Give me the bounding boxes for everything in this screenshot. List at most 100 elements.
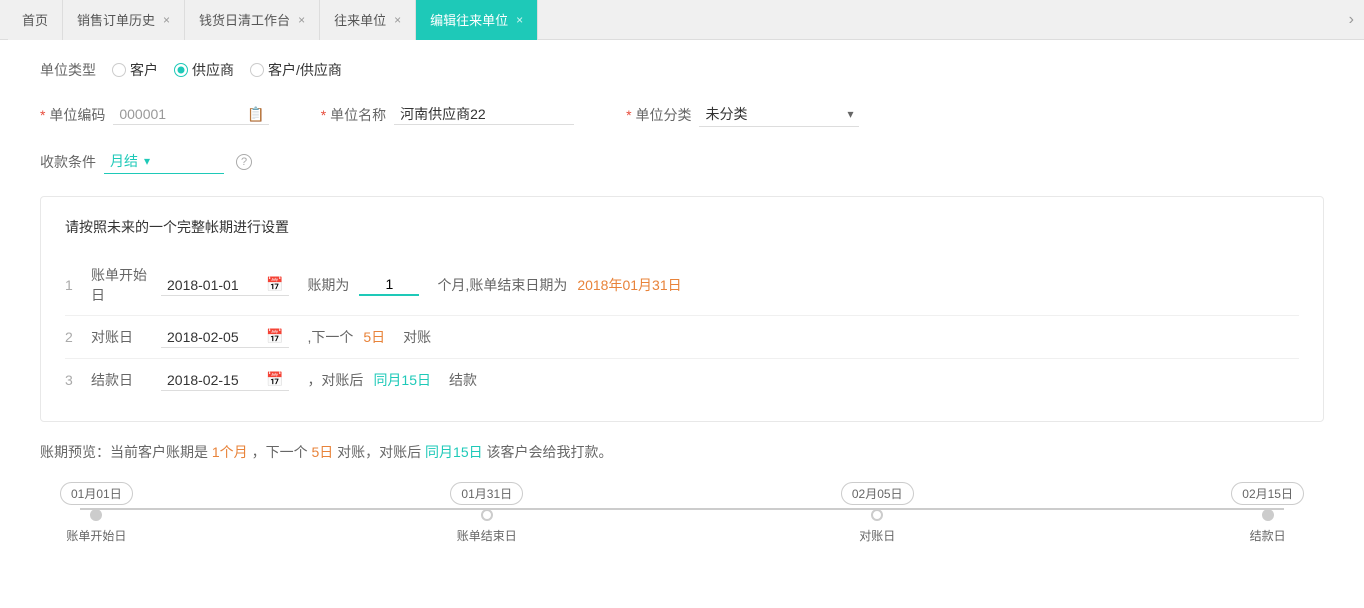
payment-chevron: ▾ [144,154,150,168]
period-num-2: 2 [65,329,81,345]
timeline-point-1: 01月01日 账单开始日 [60,482,133,544]
payment-value: 月结 [110,151,138,171]
tabs-arrow[interactable]: › [1339,11,1364,29]
period-2-highlight: 5日 [363,327,385,347]
tl-badge-3: 02月05日 [841,482,914,505]
radio-both[interactable]: 客户/供应商 [250,60,342,80]
period-cal-icon-2[interactable]: 📅 [266,328,283,345]
payment-row: 收款条件 月结 ▾ ? [40,149,1324,174]
tabs-bar: 首页 销售订单历史 × 钱货日清工作台 × 往来单位 × 编辑往来单位 × › [0,0,1364,40]
period-3-highlight: 同月15日 [373,370,431,390]
unit-type-label: 单位类型 [40,60,96,80]
preview-label: 账期预览：当前客户账期是 [40,444,208,460]
tab-edit-counterpart-close[interactable]: × [516,14,523,26]
unit-code-input[interactable] [113,104,243,124]
tl-dot-4 [1262,509,1274,521]
unit-code-input-wrapper: 📋 [113,104,268,125]
timeline-point-2: 01月31日 账单结束日 [450,482,523,544]
period-field-label-1: 账单开始日 [91,265,151,305]
tab-cash-work[interactable]: 钱货日清工作台 × [185,0,320,40]
tl-dot-2 [481,509,493,521]
period-row-3: 3 结款日 📅 ，对账后 同月15日 结款 [65,359,1299,401]
timeline-section: 01月01日 账单开始日 01月31日 账单结束日 02月05日 对账日 02月… [40,482,1324,544]
preview-sep1: ，下一个 [252,444,308,460]
unit-name-label: 单位名称 [321,105,386,125]
period-title: 请按照未来的一个完整帐期进行设置 [65,217,1299,237]
tl-dot-3 [871,509,883,521]
period-cal-icon-1[interactable]: 📅 [266,276,283,293]
tl-label-4: 结款日 [1250,527,1286,544]
unit-class-group: 单位分类 未分类 ▾ [626,102,859,127]
period-field-label-3: 结款日 [91,370,151,390]
period-desc-2a: ,下一个 [307,327,353,347]
period-num-3: 3 [65,372,81,388]
tab-edit-counterpart-label: 编辑往来单位 [430,10,508,29]
tab-sales-history[interactable]: 销售订单历史 × [63,0,185,40]
tl-label-2: 账单结束日 [457,527,517,544]
unit-code-group: 单位编码 📋 [40,104,269,125]
tab-home-label: 首页 [22,10,48,29]
radio-both-label: 客户/供应商 [268,60,342,80]
timeline-points: 01月01日 账单开始日 01月31日 账单结束日 02月05日 对账日 02月… [60,482,1304,544]
content-area: 单位类型 客户 供应商 客户/供应商 单位编码 [0,40,1364,608]
period-desc-after-1: 个月,账单结束日期为 [437,275,567,295]
tab-cash-work-label: 钱货日清工作台 [199,10,290,29]
period-num-1: 1 [65,277,81,293]
unit-code-icon[interactable]: 📋 [243,106,268,123]
radio-customer-label: 客户 [130,60,158,80]
preview-sep2: 对账，对账后 [337,444,421,460]
period-date-input-3: 📅 [161,369,289,391]
unit-class-chevron: ▾ [847,107,853,121]
tab-sales-history-close[interactable]: × [163,14,170,26]
preview-part1: 1个月 [212,444,248,460]
timeline-point-4: 02月15日 结款日 [1231,482,1304,544]
unit-name-group: 单位名称 [321,104,574,125]
period-months-input[interactable] [359,274,419,296]
tab-counterpart-label: 往来单位 [334,10,386,29]
period-row-1: 1 账单开始日 📅 账期为 个月,账单结束日期为 2018年01月31日 [65,255,1299,316]
unit-type-row: 单位类型 客户 供应商 客户/供应商 [40,60,1324,80]
preview-part3: 同月15日 [425,444,483,460]
unit-class-label: 单位分类 [626,105,691,125]
tl-badge-2: 01月31日 [450,482,523,505]
preview-text: 账期预览：当前客户账期是 1个月 ，下一个 5日 对账，对账后 同月15日 该客… [40,442,1324,462]
unit-class-select[interactable]: 未分类 ▾ [699,102,859,127]
tl-dot-1 [90,509,102,521]
tab-edit-counterpart[interactable]: 编辑往来单位 × [416,0,538,40]
period-cal-icon-3[interactable]: 📅 [266,371,283,388]
tab-home[interactable]: 首页 [8,0,63,40]
radio-customer[interactable]: 客户 [112,60,158,80]
tl-badge-1: 01月01日 [60,482,133,505]
unit-class-value: 未分类 [705,104,747,124]
period-field-label-2: 对账日 [91,327,151,347]
radio-supplier-label: 供应商 [192,60,234,80]
payment-help-icon[interactable]: ? [236,154,252,170]
preview-part2: 5日 [311,444,333,460]
period-row-2: 2 对账日 📅 ,下一个 5日 对账 [65,316,1299,359]
unit-info-row: 单位编码 📋 单位名称 单位分类 未分类 ▾ [40,102,1324,127]
unit-type-group: 单位类型 客户 供应商 客户/供应商 [40,60,342,80]
tl-label-3: 对账日 [859,527,895,544]
period-date-input-2: 📅 [161,326,289,348]
period-date-3[interactable] [167,372,262,388]
radio-supplier[interactable]: 供应商 [174,60,234,80]
radio-supplier-circle [174,63,188,77]
tl-badge-4: 02月15日 [1231,482,1304,505]
payment-group: 收款条件 月结 ▾ ? [40,149,252,174]
payment-label: 收款条件 [40,152,96,172]
period-desc-3b: 结款 [449,370,477,390]
tab-counterpart-close[interactable]: × [394,14,401,26]
payment-select[interactable]: 月结 ▾ [104,149,224,174]
unit-name-input-wrapper [394,104,574,125]
period-date-1[interactable] [167,277,262,293]
period-date-2[interactable] [167,329,262,345]
radio-customer-circle [112,63,126,77]
tl-label-1: 账单开始日 [66,527,126,544]
tab-counterpart[interactable]: 往来单位 × [320,0,416,40]
unit-name-input[interactable] [394,104,574,124]
tab-cash-work-close[interactable]: × [298,14,305,26]
radio-both-circle [250,63,264,77]
period-desc-before-1: 账期为 [307,275,349,295]
period-end-date-highlight: 2018年01月31日 [577,275,681,295]
radio-group: 客户 供应商 客户/供应商 [112,60,342,80]
